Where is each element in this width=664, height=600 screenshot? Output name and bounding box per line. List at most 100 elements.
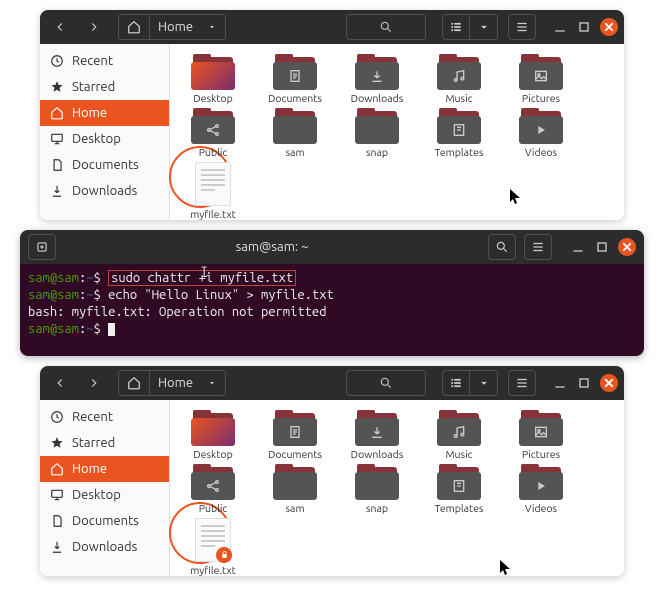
path-bar[interactable]: Home <box>118 370 226 396</box>
star-icon <box>50 80 64 94</box>
sidebar-item-desktop[interactable]: Desktop <box>40 482 169 508</box>
folder-snap[interactable]: snap <box>342 108 412 158</box>
clock-icon <box>50 54 64 68</box>
sidebar-item-starred[interactable]: Starred <box>40 430 169 456</box>
folder-icon <box>519 410 563 446</box>
star-icon <box>50 436 64 450</box>
search-input[interactable] <box>346 370 426 396</box>
hamburger-menu-button[interactable] <box>508 14 536 40</box>
forward-button[interactable] <box>80 370 108 396</box>
folder-music[interactable]: Music <box>424 54 494 104</box>
folder-label: Pictures <box>522 448 560 460</box>
sidebar-item-downloads[interactable]: Downloads <box>40 534 169 560</box>
folder-videos[interactable]: Videos <box>506 108 576 158</box>
folder-templates[interactable]: Templates <box>424 108 494 158</box>
minimize-button[interactable] <box>552 19 568 35</box>
folder-downloads[interactable]: Downloads <box>342 54 412 104</box>
folder-label: Downloads <box>351 448 404 460</box>
file-label: myfile.txt <box>190 208 236 220</box>
close-button[interactable] <box>618 238 636 256</box>
folder-sam[interactable]: sam <box>260 108 330 158</box>
minimize-button[interactable] <box>552 375 568 391</box>
minimize-button[interactable] <box>570 239 586 255</box>
file-myfile[interactable]: myfile.txt <box>178 518 248 576</box>
window-controls <box>552 18 618 36</box>
folder-icon <box>191 410 235 446</box>
folder-videos[interactable]: Videos <box>506 464 576 514</box>
folder-label: snap <box>366 502 388 514</box>
folder-sam[interactable]: sam <box>260 464 330 514</box>
path-segment[interactable]: Home <box>150 15 225 39</box>
downloads-icon <box>50 184 64 198</box>
folder-public[interactable]: Public <box>178 108 248 158</box>
file-manager-window-before: Home RecentStarredHomeDesktopDocumentsDo… <box>40 10 624 220</box>
file-grid: DesktopDocumentsDownloads Music Pictures Pu… <box>170 44 624 220</box>
forward-button[interactable] <box>80 14 108 40</box>
sidebar-item-label: Recent <box>72 54 113 68</box>
folder-icon <box>191 108 235 144</box>
folder-documents[interactable]: Documents <box>260 410 330 460</box>
search-input[interactable] <box>346 14 426 40</box>
terminal-search-button[interactable] <box>488 234 516 260</box>
sidebar-item-home[interactable]: Home <box>40 100 169 126</box>
folder-desktop[interactable]: Desktop <box>178 54 248 104</box>
home-icon[interactable] <box>119 15 150 39</box>
new-tab-button[interactable] <box>28 234 56 260</box>
sidebar-item-documents[interactable]: Documents <box>40 508 169 534</box>
folder-icon <box>273 464 317 500</box>
file-myfile[interactable]: myfile.txt <box>178 162 248 220</box>
view-list-button[interactable] <box>442 370 470 396</box>
folder-downloads[interactable]: Downloads <box>342 410 412 460</box>
folder-icon <box>437 108 481 144</box>
terminal-menu-button[interactable] <box>524 234 552 260</box>
folder-music[interactable]: Music <box>424 410 494 460</box>
folder-pictures[interactable]: Pictures <box>506 410 576 460</box>
home-icon[interactable] <box>119 371 150 395</box>
close-button[interactable] <box>600 18 618 36</box>
folder-desktop[interactable]: Desktop <box>178 410 248 460</box>
sidebar-item-label: Downloads <box>72 184 137 198</box>
sidebar-item-label: Documents <box>72 158 139 172</box>
view-list-button[interactable] <box>442 14 470 40</box>
sidebar-item-desktop[interactable]: Desktop <box>40 126 169 152</box>
terminal-body[interactable]: I sam@sam:~$ sudo chattr +i myfile.txtsa… <box>20 264 644 356</box>
sidebar-item-recent[interactable]: Recent <box>40 404 169 430</box>
sidebar-item-downloads[interactable]: Downloads <box>40 178 169 204</box>
terminal-cursor <box>108 323 115 336</box>
sidebar-item-starred[interactable]: Starred <box>40 74 169 100</box>
folder-templates[interactable]: Templates <box>424 464 494 514</box>
text-file-icon <box>195 518 231 562</box>
folder-icon <box>437 410 481 446</box>
view-dropdown-button[interactable] <box>470 14 498 40</box>
maximize-button[interactable] <box>576 19 592 35</box>
back-button[interactable] <box>46 14 74 40</box>
folder-pictures[interactable]: Pictures <box>506 54 576 104</box>
text-cursor-icon: I <box>200 262 208 282</box>
close-button[interactable] <box>600 374 618 392</box>
sidebar-item-label: Home <box>72 462 107 476</box>
sidebar: RecentStarred Home Desktop DocumentsDownloa… <box>40 400 170 576</box>
folder-public[interactable]: Public <box>178 464 248 514</box>
sidebar-item-documents[interactable]: Documents <box>40 152 169 178</box>
maximize-button[interactable] <box>576 375 592 391</box>
folder-icon <box>519 464 563 500</box>
folder-label: sam <box>285 502 304 514</box>
sidebar-item-label: Desktop <box>72 488 121 502</box>
folder-snap[interactable]: snap <box>342 464 412 514</box>
path-segment[interactable]: Home <box>150 371 225 395</box>
view-dropdown-button[interactable] <box>470 370 498 396</box>
folder-documents[interactable]: Documents <box>260 54 330 104</box>
back-button[interactable] <box>46 370 74 396</box>
sidebar-item-recent[interactable]: Recent <box>40 48 169 74</box>
maximize-button[interactable] <box>594 239 610 255</box>
documents-icon <box>50 158 64 172</box>
path-bar[interactable]: Home <box>118 14 226 40</box>
terminal-window: sam@sam: ~ I sam@sam:~$ sudo chattr +i m… <box>20 230 644 356</box>
folder-label: Videos <box>525 502 557 514</box>
sidebar-item-home[interactable]: Home <box>40 456 169 482</box>
hamburger-menu-button[interactable] <box>508 370 536 396</box>
folder-label: Music <box>445 92 472 104</box>
terminal-title: sam@sam: ~ <box>64 240 480 254</box>
terminal-line: sam@sam:~$ <box>28 321 636 338</box>
titlebar: Home <box>40 10 624 44</box>
